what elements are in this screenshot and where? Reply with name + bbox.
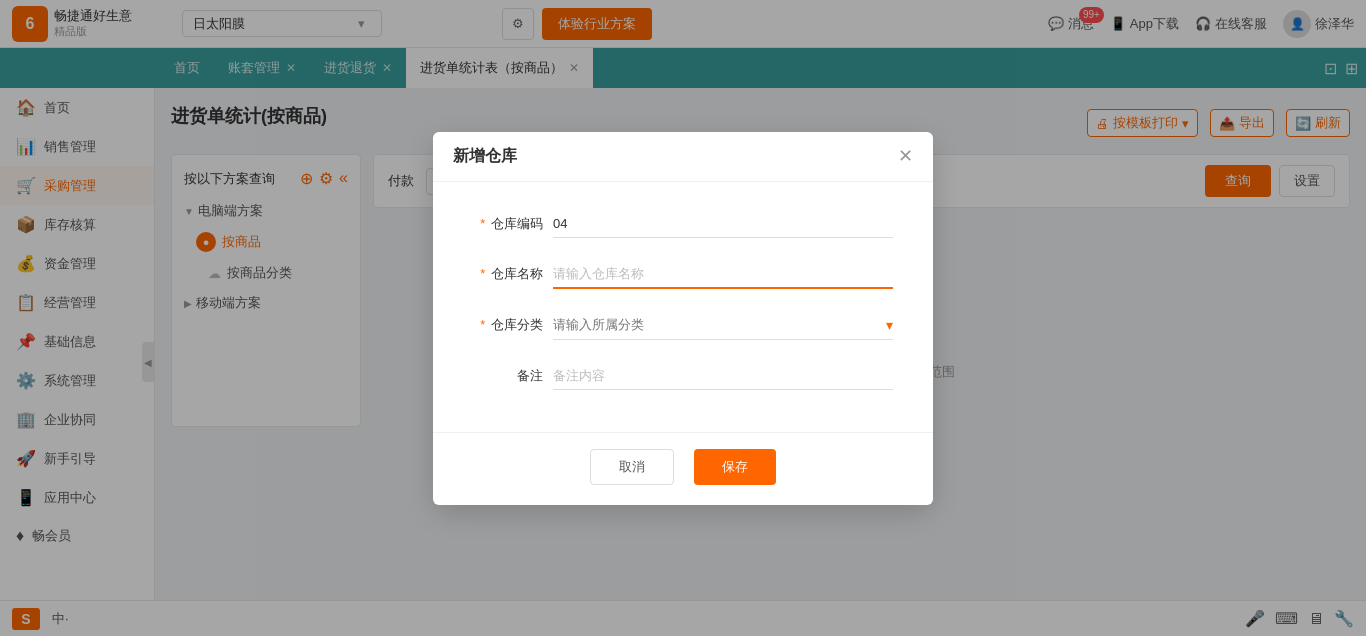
category-select-wrap: ▾	[553, 311, 893, 340]
code-required: *	[480, 216, 485, 231]
note-input[interactable]	[553, 362, 893, 390]
dialog-header: 新增仓库 ✕	[433, 132, 933, 182]
dialog-close-btn[interactable]: ✕	[898, 147, 913, 165]
note-label: 备注	[473, 367, 553, 385]
form-row-code: * 仓库编码	[473, 210, 893, 238]
form-row-category: * 仓库分类 ▾	[473, 311, 893, 340]
dialog-overlay[interactable]: 新增仓库 ✕ * 仓库编码 * 仓库名称	[0, 0, 1366, 636]
code-label: * 仓库编码	[473, 215, 553, 233]
add-warehouse-dialog: 新增仓库 ✕ * 仓库编码 * 仓库名称	[433, 132, 933, 505]
category-required: *	[480, 317, 485, 332]
warehouse-code-input[interactable]	[553, 210, 893, 238]
name-label: * 仓库名称	[473, 265, 553, 283]
form-row-note: 备注	[473, 362, 893, 390]
warehouse-name-input[interactable]	[553, 260, 893, 289]
category-label: * 仓库分类	[473, 316, 553, 334]
dialog-title: 新增仓库	[453, 146, 517, 167]
category-dropdown-icon[interactable]: ▾	[886, 317, 893, 333]
dialog-body: * 仓库编码 * 仓库名称 * 仓库分类	[433, 182, 933, 432]
category-select-input[interactable]	[553, 317, 886, 332]
form-row-name: * 仓库名称	[473, 260, 893, 289]
cancel-button[interactable]: 取消	[590, 449, 674, 485]
save-button[interactable]: 保存	[694, 449, 776, 485]
dialog-footer: 取消 保存	[433, 432, 933, 505]
name-required: *	[480, 266, 485, 281]
